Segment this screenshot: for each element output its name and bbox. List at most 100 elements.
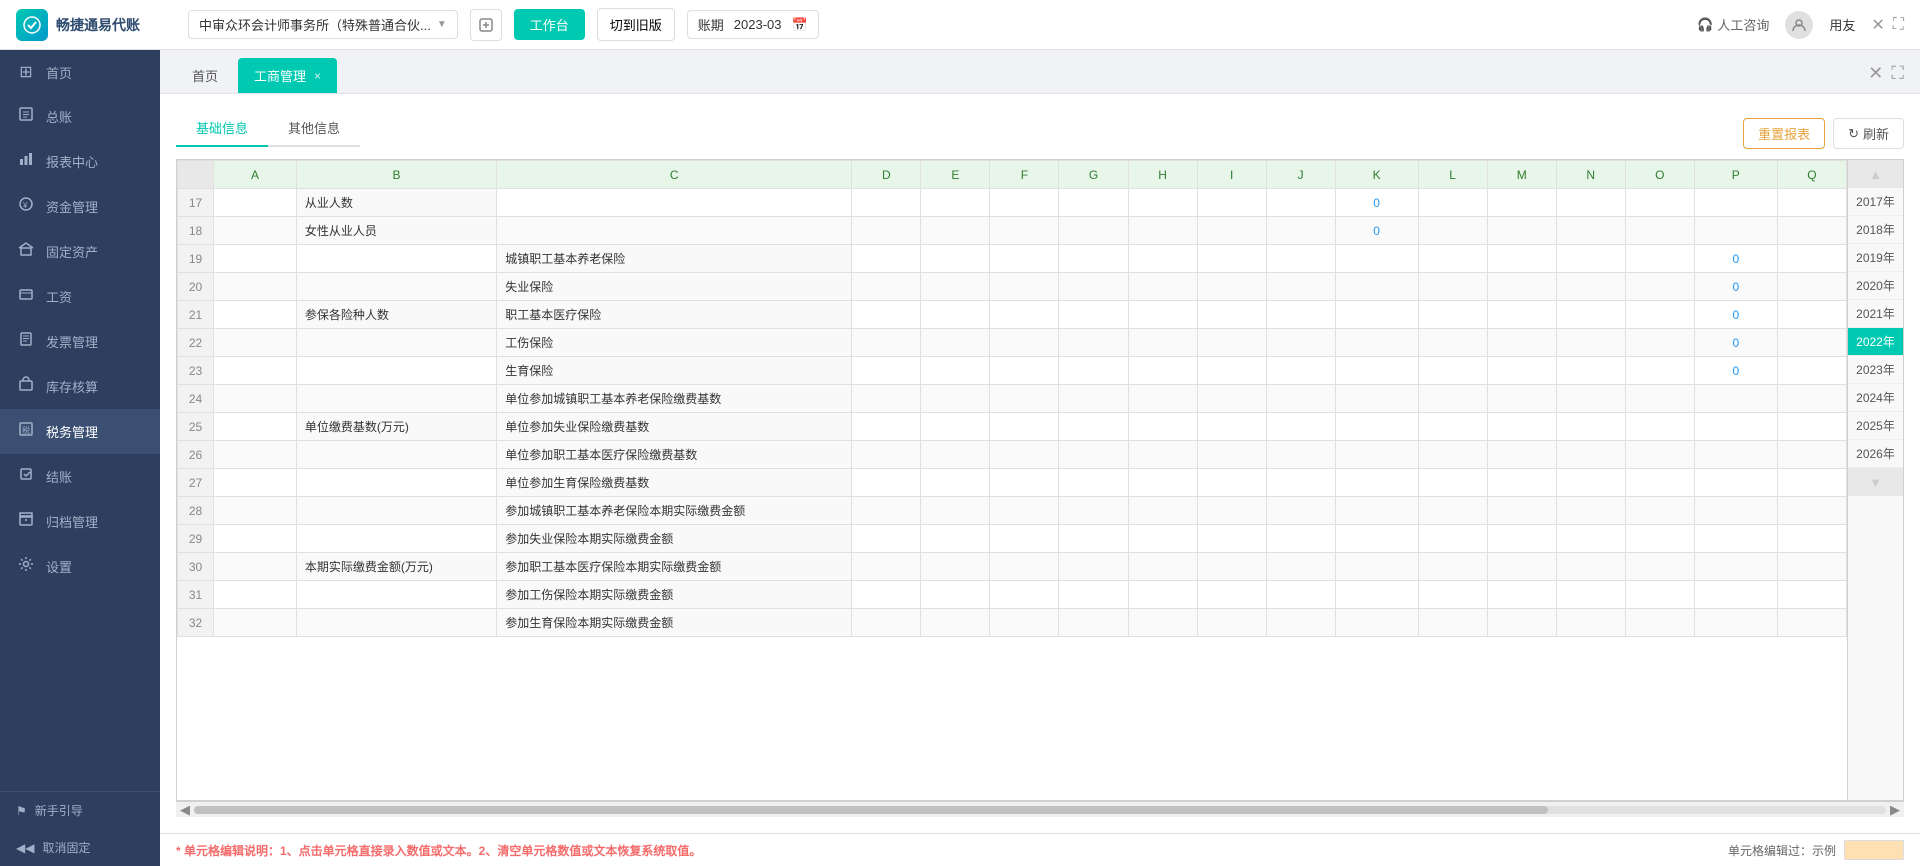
cell-18-f[interactable] — [990, 217, 1059, 245]
cell-29-m[interactable] — [1487, 525, 1556, 553]
sidebar-unpin[interactable]: ◀◀ 取消固定 — [0, 829, 160, 866]
cell-29-b[interactable] — [296, 525, 496, 553]
cell-23-c[interactable]: 生育保险 — [497, 357, 852, 385]
sidebar-item-home[interactable]: ⊞ 首页 — [0, 50, 160, 94]
cell-20-n[interactable] — [1556, 273, 1625, 301]
cell-24-g[interactable] — [1059, 385, 1128, 413]
cell-31-b[interactable] — [296, 581, 496, 609]
cell-29-k[interactable] — [1335, 525, 1418, 553]
cell-32-j[interactable] — [1266, 609, 1335, 637]
cell-21-p[interactable]: 0 — [1694, 301, 1777, 329]
cell-22-o[interactable] — [1625, 329, 1694, 357]
cell-31-e[interactable] — [921, 581, 990, 609]
cell-20-f[interactable] — [990, 273, 1059, 301]
cell-24-c[interactable]: 单位参加城镇职工基本养老保险缴费基数 — [497, 385, 852, 413]
cell-31-f[interactable] — [990, 581, 1059, 609]
cell-23-o[interactable] — [1625, 357, 1694, 385]
cell-30-l[interactable] — [1418, 553, 1487, 581]
cell-30-d[interactable] — [852, 553, 921, 581]
cell-32-q[interactable] — [1777, 609, 1846, 637]
cell-31-j[interactable] — [1266, 581, 1335, 609]
spreadsheet-main[interactable]: A B C D E F G H I J K L — [177, 160, 1847, 800]
reset-report-button[interactable]: 重置报表 — [1743, 118, 1825, 149]
cell-19-p[interactable]: 0 — [1694, 245, 1777, 273]
sidebar-item-archive[interactable]: 归档管理 — [0, 499, 160, 544]
cell-26-i[interactable] — [1197, 441, 1266, 469]
year-item-2022[interactable]: 2022年 — [1848, 328, 1903, 356]
cell-20-e[interactable] — [921, 273, 990, 301]
cell-25-g[interactable] — [1059, 413, 1128, 441]
cell-32-a[interactable] — [214, 609, 297, 637]
cell-25-m[interactable] — [1487, 413, 1556, 441]
cell-30-p[interactable] — [1694, 553, 1777, 581]
cell-17-q[interactable] — [1777, 189, 1846, 217]
cell-25-o[interactable] — [1625, 413, 1694, 441]
cell-19-a[interactable] — [214, 245, 297, 273]
cell-17-i[interactable] — [1197, 189, 1266, 217]
cell-19-q[interactable] — [1777, 245, 1846, 273]
year-item-2025[interactable]: 2025年 — [1848, 412, 1903, 440]
cell-26-j[interactable] — [1266, 441, 1335, 469]
tab-close-btn[interactable]: ✕ — [1868, 63, 1883, 84]
cell-19-n[interactable] — [1556, 245, 1625, 273]
cell-27-m[interactable] — [1487, 469, 1556, 497]
cell-29-h[interactable] — [1128, 525, 1197, 553]
workbench-button[interactable]: 工作台 — [514, 9, 585, 40]
cell-25-l[interactable] — [1418, 413, 1487, 441]
cell-19-f[interactable] — [990, 245, 1059, 273]
cell-32-d[interactable] — [852, 609, 921, 637]
cell-26-q[interactable] — [1777, 441, 1846, 469]
cell-20-p[interactable]: 0 — [1694, 273, 1777, 301]
sidebar-item-close[interactable]: 结账 — [0, 454, 160, 499]
cell-18-i[interactable] — [1197, 217, 1266, 245]
cell-24-f[interactable] — [990, 385, 1059, 413]
cell-30-a[interactable] — [214, 553, 297, 581]
cell-26-a[interactable] — [214, 441, 297, 469]
cell-17-c[interactable] — [497, 189, 852, 217]
user-service[interactable]: 🎧 人工咨询 — [1697, 15, 1769, 34]
cell-18-e[interactable] — [921, 217, 990, 245]
cell-30-j[interactable] — [1266, 553, 1335, 581]
cell-32-g[interactable] — [1059, 609, 1128, 637]
cell-21-g[interactable] — [1059, 301, 1128, 329]
cell-20-m[interactable] — [1487, 273, 1556, 301]
cell-28-c[interactable]: 参加城镇职工基本养老保险本期实际缴费金额 — [497, 497, 852, 525]
cell-24-a[interactable] — [214, 385, 297, 413]
year-item-2020[interactable]: 2020年 — [1848, 272, 1903, 300]
cell-18-h[interactable] — [1128, 217, 1197, 245]
cell-31-n[interactable] — [1556, 581, 1625, 609]
cell-29-e[interactable] — [921, 525, 990, 553]
cell-22-d[interactable] — [852, 329, 921, 357]
cell-25-e[interactable] — [921, 413, 990, 441]
cell-28-f[interactable] — [990, 497, 1059, 525]
cell-30-f[interactable] — [990, 553, 1059, 581]
cell-18-q[interactable] — [1777, 217, 1846, 245]
cell-27-l[interactable] — [1418, 469, 1487, 497]
cell-31-c[interactable]: 参加工伤保险本期实际缴费金额 — [497, 581, 852, 609]
cell-29-p[interactable] — [1694, 525, 1777, 553]
cell-19-o[interactable] — [1625, 245, 1694, 273]
cell-24-o[interactable] — [1625, 385, 1694, 413]
cell-24-i[interactable] — [1197, 385, 1266, 413]
year-item-2024[interactable]: 2024年 — [1848, 384, 1903, 412]
cell-18-o[interactable] — [1625, 217, 1694, 245]
cell-17-g[interactable] — [1059, 189, 1128, 217]
cell-18-k[interactable]: 0 — [1335, 217, 1418, 245]
year-item-2019[interactable]: 2019年 — [1848, 244, 1903, 272]
sidebar-item-ledger[interactable]: 总账 — [0, 94, 160, 139]
cell-29-f[interactable] — [990, 525, 1059, 553]
cell-25-d[interactable] — [852, 413, 921, 441]
cell-27-q[interactable] — [1777, 469, 1846, 497]
year-item-2026[interactable]: 2026年 — [1848, 440, 1903, 468]
cell-30-b[interactable]: 本期实际缴费金额(万元) — [296, 553, 496, 581]
cell-29-i[interactable] — [1197, 525, 1266, 553]
cell-24-j[interactable] — [1266, 385, 1335, 413]
cell-18-n[interactable] — [1556, 217, 1625, 245]
cell-23-d[interactable] — [852, 357, 921, 385]
cell-25-c[interactable]: 单位参加失业保险缴费基数 — [497, 413, 852, 441]
cell-20-l[interactable] — [1418, 273, 1487, 301]
cell-29-l[interactable] — [1418, 525, 1487, 553]
cell-23-k[interactable] — [1335, 357, 1418, 385]
cell-27-e[interactable] — [921, 469, 990, 497]
cell-21-m[interactable] — [1487, 301, 1556, 329]
